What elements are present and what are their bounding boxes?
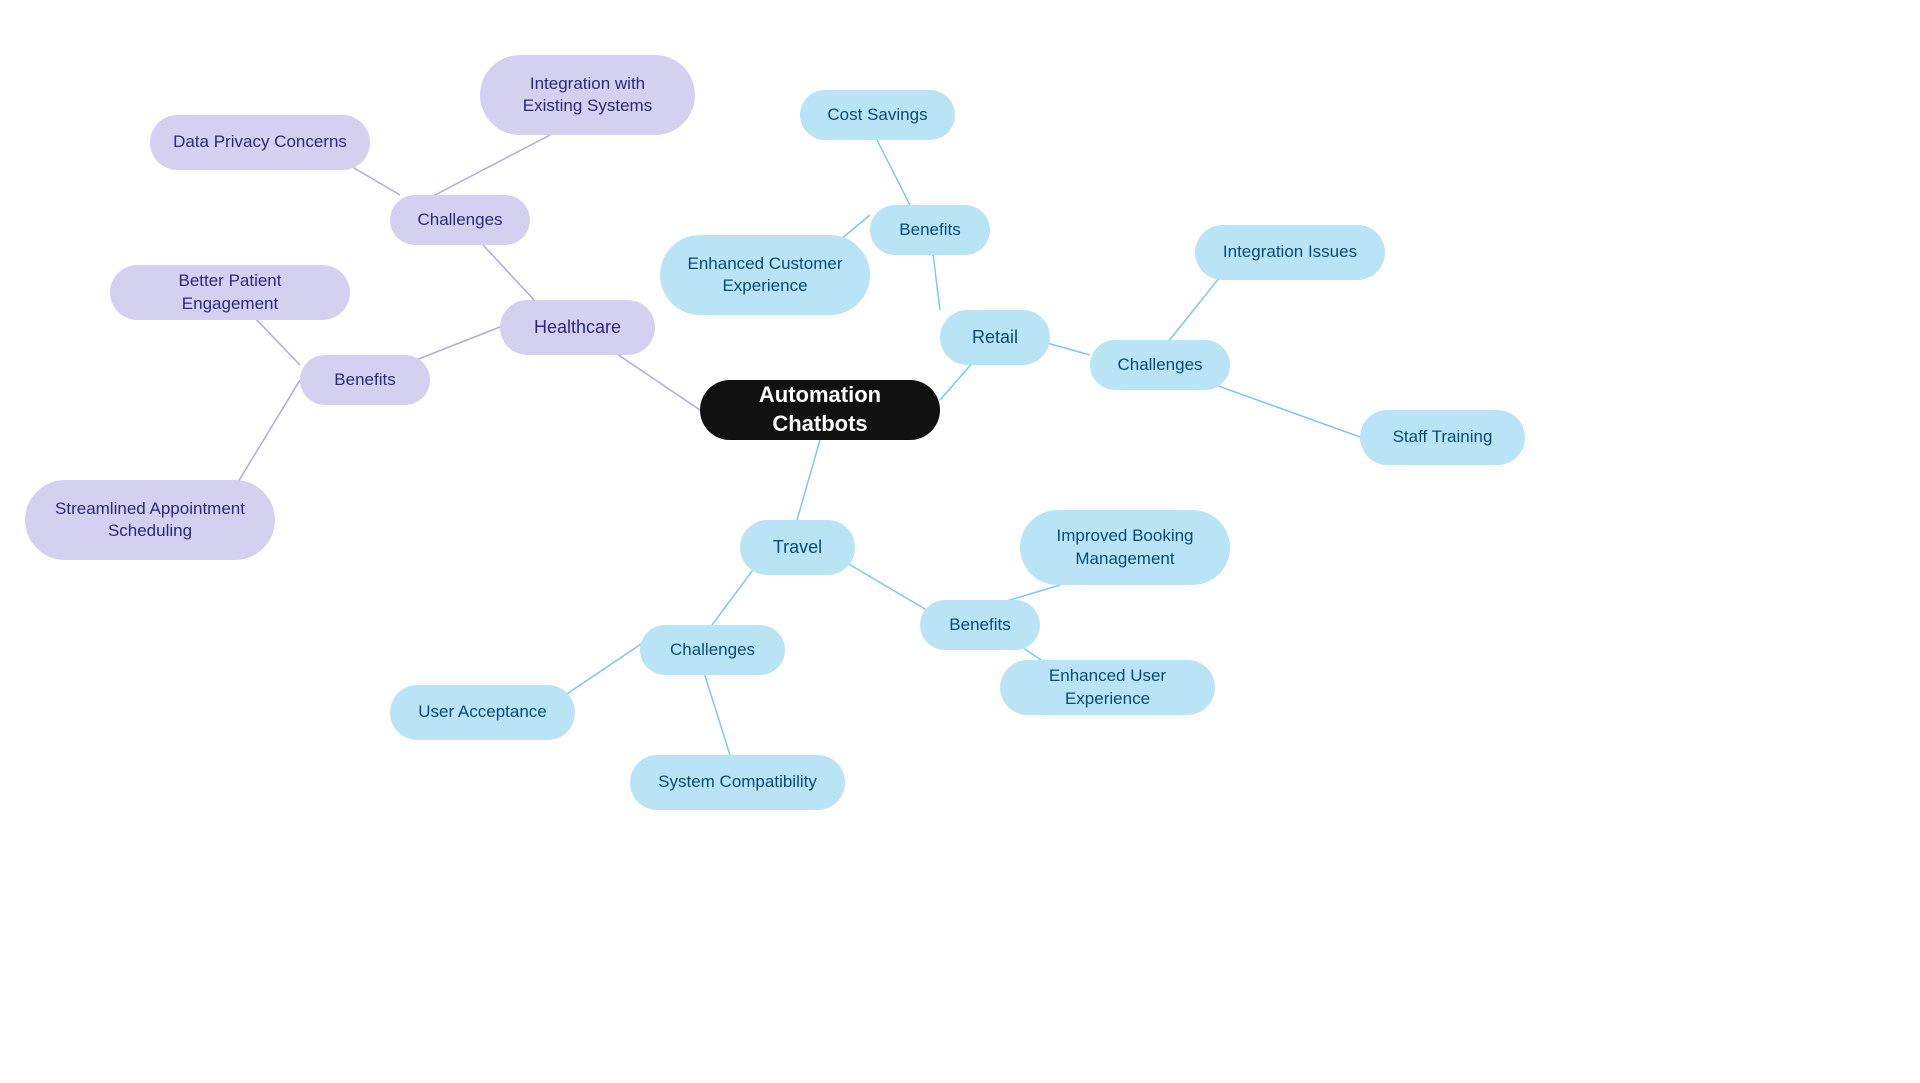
travel-challenges-node: Challenges bbox=[640, 625, 785, 675]
travel-benefits-node: Benefits bbox=[920, 600, 1040, 650]
better-patient-node: Better Patient Engagement bbox=[110, 265, 350, 320]
cost-savings-node: Cost Savings bbox=[800, 90, 955, 140]
retail-challenges-node: Challenges bbox=[1090, 340, 1230, 390]
retail-benefits-node: Benefits bbox=[870, 205, 990, 255]
retail-node: Retail bbox=[940, 310, 1050, 365]
system-compat-node: System Compatibility bbox=[630, 755, 845, 810]
improved-booking-node: Improved Booking Management bbox=[1020, 510, 1230, 585]
integration-issues-node: Integration Issues bbox=[1195, 225, 1385, 280]
healthcare-benefits-node: Benefits bbox=[300, 355, 430, 405]
user-acceptance-node: User Acceptance bbox=[390, 685, 575, 740]
healthcare-node: Healthcare bbox=[500, 300, 655, 355]
streamlined-node: Streamlined Appointment Scheduling bbox=[25, 480, 275, 560]
enhanced-customer-node: Enhanced Customer Experience bbox=[660, 235, 870, 315]
center-node: Automation Chatbots bbox=[700, 380, 940, 440]
healthcare-challenges-node: Challenges bbox=[390, 195, 530, 245]
travel-node: Travel bbox=[740, 520, 855, 575]
enhanced-user-node: Enhanced User Experience bbox=[1000, 660, 1215, 715]
data-privacy-node: Data Privacy Concerns bbox=[150, 115, 370, 170]
staff-training-node: Staff Training bbox=[1360, 410, 1525, 465]
integration-node: Integration with Existing Systems bbox=[480, 55, 695, 135]
